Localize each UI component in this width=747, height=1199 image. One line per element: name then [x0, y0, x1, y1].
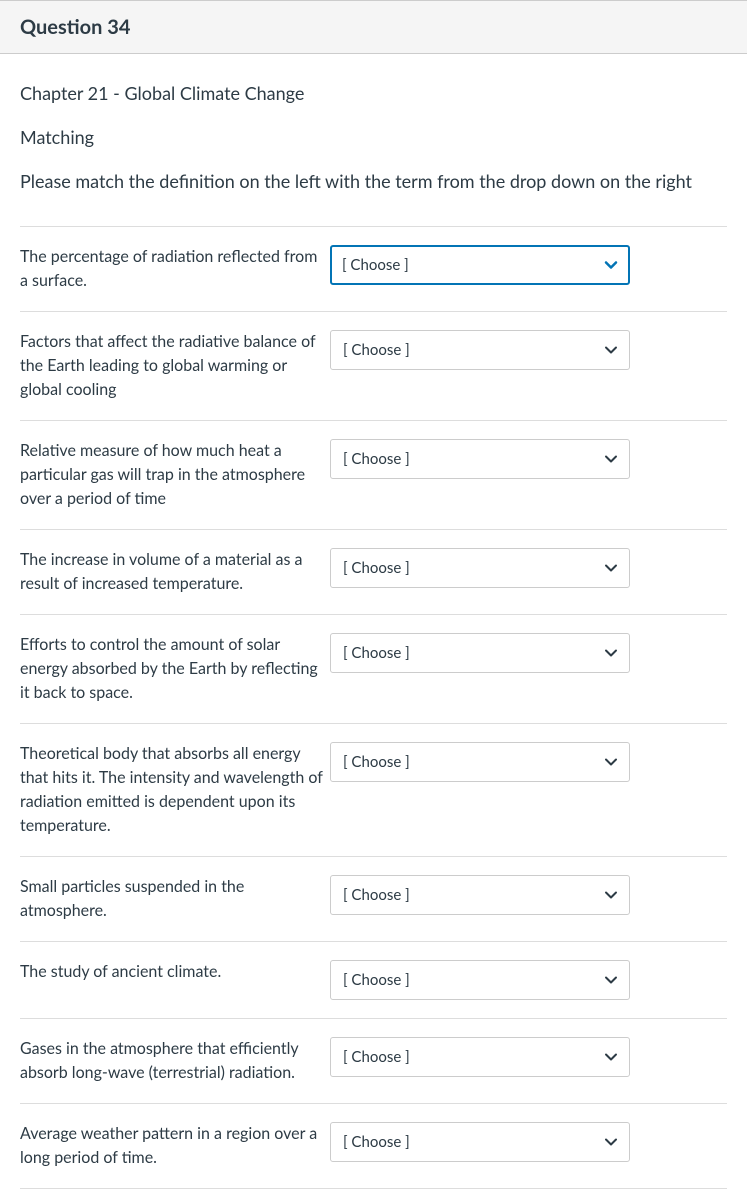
match-row: The increase in volume of a material as … [20, 530, 727, 615]
match-row: Average weather pattern in a region over… [20, 1104, 727, 1189]
term-select[interactable]: [ Choose ] [330, 1037, 630, 1077]
select-wrapper: [ Choose ] [330, 548, 630, 588]
match-row: Factors that affect the radiative balanc… [20, 312, 727, 421]
term-select[interactable]: [ Choose ] [330, 960, 630, 1000]
select-wrapper: [ Choose ] [330, 875, 630, 915]
match-row: The percentage of radiation reflected fr… [20, 227, 727, 312]
definition-text: Factors that affect the radiative balanc… [20, 330, 330, 402]
term-select[interactable]: [ Choose ] [330, 330, 630, 370]
match-row: Theoretical body that absorbs all energy… [20, 724, 727, 857]
select-wrapper: [ Choose ] [330, 439, 630, 479]
definition-text: The increase in volume of a material as … [20, 548, 330, 596]
term-select[interactable]: [ Choose ] [330, 1122, 630, 1162]
term-select[interactable]: [ Choose ] [330, 633, 630, 673]
select-wrapper: [ Choose ] [330, 330, 630, 370]
match-row: Gases in the atmosphere that efficiently… [20, 1019, 727, 1104]
match-row: Small particles suspended in the atmosph… [20, 857, 727, 942]
match-row: The study of ancient climate.[ Choose ] [20, 942, 727, 1019]
definition-text: Average weather pattern in a region over… [20, 1122, 330, 1170]
term-select[interactable]: [ Choose ] [330, 875, 630, 915]
question-subtitle: Matching [20, 126, 727, 148]
definition-text: Relative measure of how much heat a part… [20, 439, 330, 511]
definition-text: Gases in the atmosphere that efficiently… [20, 1037, 330, 1085]
select-wrapper: [ Choose ] [330, 1037, 630, 1077]
select-wrapper: [ Choose ] [330, 960, 630, 1000]
definition-text: Theoretical body that absorbs all energy… [20, 742, 330, 838]
definition-text: Small particles suspended in the atmosph… [20, 875, 330, 923]
definition-text: The percentage of radiation reflected fr… [20, 245, 330, 293]
chapter-title: Chapter 21 - Global Climate Change [20, 82, 727, 104]
term-select[interactable]: [ Choose ] [330, 548, 630, 588]
term-select[interactable]: [ Choose ] [330, 245, 630, 285]
term-select[interactable]: [ Choose ] [330, 742, 630, 782]
term-select[interactable]: [ Choose ] [330, 439, 630, 479]
matching-section: The percentage of radiation reflected fr… [20, 226, 727, 1189]
match-row: Relative measure of how much heat a part… [20, 421, 727, 530]
definition-text: The study of ancient climate. [20, 960, 330, 984]
select-wrapper: [ Choose ] [330, 1122, 630, 1162]
select-wrapper: [ Choose ] [330, 245, 630, 285]
question-title: Question 34 [20, 15, 727, 39]
match-row: Efforts to control the amount of solar e… [20, 615, 727, 724]
definition-text: Efforts to control the amount of solar e… [20, 633, 330, 705]
select-wrapper: [ Choose ] [330, 633, 630, 673]
select-wrapper: [ Choose ] [330, 742, 630, 782]
question-content: Chapter 21 - Global Climate Change Match… [0, 54, 747, 1189]
question-header: Question 34 [0, 0, 747, 54]
question-instructions: Please match the definition on the left … [20, 170, 727, 192]
